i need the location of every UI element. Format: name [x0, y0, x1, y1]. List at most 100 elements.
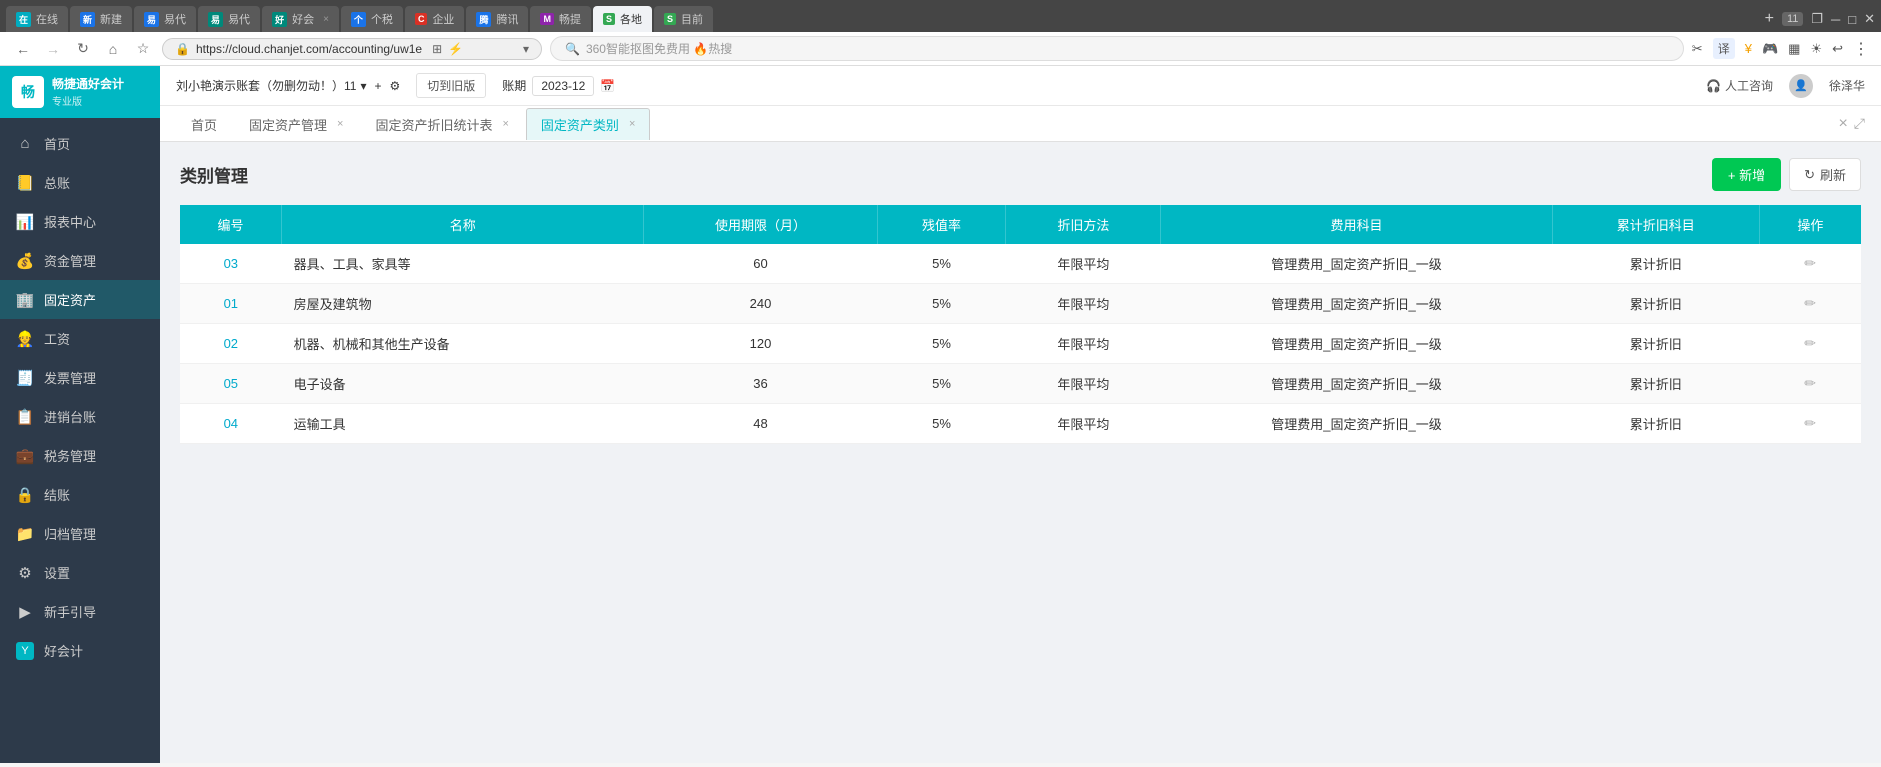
browser-tab-9[interactable]: M 畅提: [530, 6, 591, 32]
add-company-icon[interactable]: +: [375, 79, 382, 93]
home-icon: ⌂: [16, 135, 34, 153]
row1-edit-btn[interactable]: ✏: [1804, 255, 1816, 271]
tab-depreciation[interactable]: 固定资产折旧统计表 ×: [360, 108, 523, 140]
sidebar-logo: 畅 畅捷通好会计 专业版: [0, 66, 160, 118]
browser-tab-1[interactable]: 在 在线: [6, 6, 68, 32]
win-maximize-btn[interactable]: □: [1848, 12, 1856, 27]
action-buttons: + 新增 ↻ 刷新: [1712, 158, 1861, 191]
close-panel-btn[interactable]: ×: [1838, 115, 1847, 133]
row1-ratio: 5%: [877, 244, 1006, 284]
tab3-label: 易代: [164, 11, 186, 27]
tab-fixed-mgr-close[interactable]: ×: [337, 118, 343, 130]
win-restore-btn[interactable]: ❐: [1811, 11, 1823, 27]
new-tab-btn[interactable]: +: [1765, 10, 1774, 28]
settings-icon: ⚙: [16, 564, 34, 582]
row2-expense: 管理费用_固定资产折旧_一级: [1161, 284, 1552, 324]
table-row: 05 电子设备 36 5% 年限平均 管理费用_固定资产折旧_一级 累计折旧 ✏: [180, 364, 1861, 404]
tab8-label: 腾讯: [496, 11, 518, 27]
tab-category[interactable]: 固定资产类别 ×: [526, 108, 650, 140]
tab-category-close[interactable]: ×: [629, 118, 635, 130]
wallet-icon[interactable]: ¥: [1745, 41, 1752, 56]
browser-tab-10[interactable]: S 各地: [593, 6, 652, 32]
sidebar-item-ledger[interactable]: 📒 总账: [0, 163, 160, 202]
scissors-icon[interactable]: ✂: [1692, 41, 1703, 57]
row2-edit-btn[interactable]: ✏: [1804, 295, 1816, 311]
browser-tab-3[interactable]: 易 易代: [134, 6, 196, 32]
win-close-btn[interactable]: ✕: [1864, 11, 1875, 27]
address-input[interactable]: 🔒 https://cloud.chanjet.com/accounting/u…: [162, 38, 542, 60]
sidebar-item-archive[interactable]: 📁 归档管理: [0, 514, 160, 553]
win-minimize-btn[interactable]: ─: [1831, 12, 1840, 27]
tab-category-label: 固定资产类别: [541, 115, 619, 134]
consult-btn[interactable]: 🎧 人工咨询: [1706, 77, 1773, 94]
sidebar-item-guide[interactable]: ▶ 新手引导: [0, 592, 160, 631]
sidebar-item-closing[interactable]: 🔒 结账: [0, 475, 160, 514]
browser-tab-2[interactable]: 新 新建: [70, 6, 132, 32]
more-icon[interactable]: ⋮: [1853, 39, 1869, 59]
add-button[interactable]: + 新增: [1712, 158, 1781, 191]
tab10-favicon: S: [603, 13, 615, 25]
page-title: 类别管理: [180, 162, 248, 187]
sidebar-item-payroll[interactable]: 👷 工资: [0, 319, 160, 358]
row5-op: ✏: [1759, 404, 1861, 444]
browser-tab-6[interactable]: 个 个税: [341, 6, 403, 32]
sidebar-item-funds[interactable]: 💰 资金管理: [0, 241, 160, 280]
row5-edit-btn[interactable]: ✏: [1804, 415, 1816, 431]
page-tab-bar: 首页 固定资产管理 × 固定资产折旧统计表 × 固定资产类别 × × ⤢: [160, 106, 1881, 142]
row3-accum: 累计折旧: [1552, 324, 1759, 364]
browser-tab-11[interactable]: S 目前: [654, 6, 713, 32]
table-header-row: 编号 名称 使用期限（月） 残值率 折旧方法 费用科目 累计折旧科目 操作: [180, 205, 1861, 244]
row3-period: 120: [644, 324, 877, 364]
sidebar-item-invoice[interactable]: 🧾 发票管理: [0, 358, 160, 397]
sidebar-label-closing: 结账: [44, 485, 70, 504]
period-box: 账期 2023-12 📅: [502, 76, 615, 96]
search-input[interactable]: 🔍 360智能抠图免费用 🔥热搜: [550, 36, 1684, 61]
closing-icon: 🔒: [16, 486, 34, 504]
tab5-close[interactable]: ×: [323, 14, 329, 25]
row1-period: 60: [644, 244, 877, 284]
col-op: 操作: [1759, 205, 1861, 244]
browser-tab-7[interactable]: C 企业: [405, 6, 465, 32]
headset-icon: 🎧: [1706, 79, 1721, 93]
sidebar-item-fixed-assets[interactable]: 🏢 固定资产: [0, 280, 160, 319]
row3-edit-btn[interactable]: ✏: [1804, 335, 1816, 351]
funds-icon: 💰: [16, 252, 34, 270]
devices-icon: ⊞: [432, 42, 442, 56]
tab-home[interactable]: 首页: [176, 108, 232, 140]
sidebar-item-reports[interactable]: 📊 报表中心: [0, 202, 160, 241]
calendar-icon[interactable]: 📅: [600, 79, 615, 93]
tab-fixed-mgr[interactable]: 固定资产管理 ×: [234, 108, 358, 140]
tab5-label: 好会: [292, 11, 314, 27]
game-icon[interactable]: 🎮: [1762, 41, 1778, 57]
tab-depreciation-close[interactable]: ×: [502, 118, 508, 130]
bookmark-button[interactable]: ☆: [132, 38, 154, 60]
home-button[interactable]: ⌂: [102, 38, 124, 60]
sidebar-item-tax[interactable]: 💼 税务管理: [0, 436, 160, 475]
sidebar-item-home[interactable]: ⌂ 首页: [0, 124, 160, 163]
undo-icon[interactable]: ↩: [1832, 41, 1843, 57]
tab5-favicon: 好: [272, 12, 287, 27]
grid-icon[interactable]: ▦: [1788, 41, 1800, 57]
browser-tab-8[interactable]: 腾 腾讯: [466, 6, 528, 32]
translate-icon[interactable]: 译: [1713, 38, 1735, 59]
refresh-button[interactable]: ↻ 刷新: [1789, 158, 1861, 191]
sidebar-item-more[interactable]: Y 好会计: [0, 631, 160, 670]
boost-icon: ⚡: [448, 42, 463, 56]
browser-tab-5[interactable]: 好 好会 ×: [262, 6, 339, 32]
switch-to-old-btn[interactable]: 切到旧版: [416, 73, 486, 98]
expand-panel-btn[interactable]: ⤢: [1854, 115, 1865, 132]
invoice-icon: 🧾: [16, 369, 34, 387]
row1-method: 年限平均: [1006, 244, 1161, 284]
sidebar-item-sales[interactable]: 📋 进销台账: [0, 397, 160, 436]
back-button[interactable]: ←: [12, 38, 34, 60]
sunscreen-icon[interactable]: ☀: [1810, 41, 1822, 57]
url-dropdown-icon[interactable]: ▾: [523, 42, 529, 56]
settings-gear-icon[interactable]: ⚙: [390, 79, 401, 93]
col-accum: 累计折旧科目: [1552, 205, 1759, 244]
browser-tab-4[interactable]: 易 易代: [198, 6, 260, 32]
row4-edit-btn[interactable]: ✏: [1804, 375, 1816, 391]
sidebar-item-settings[interactable]: ⚙ 设置: [0, 553, 160, 592]
reload-button[interactable]: ↻: [72, 38, 94, 60]
forward-button[interactable]: →: [42, 38, 64, 60]
user-dropdown-icon[interactable]: ▾: [360, 79, 366, 93]
